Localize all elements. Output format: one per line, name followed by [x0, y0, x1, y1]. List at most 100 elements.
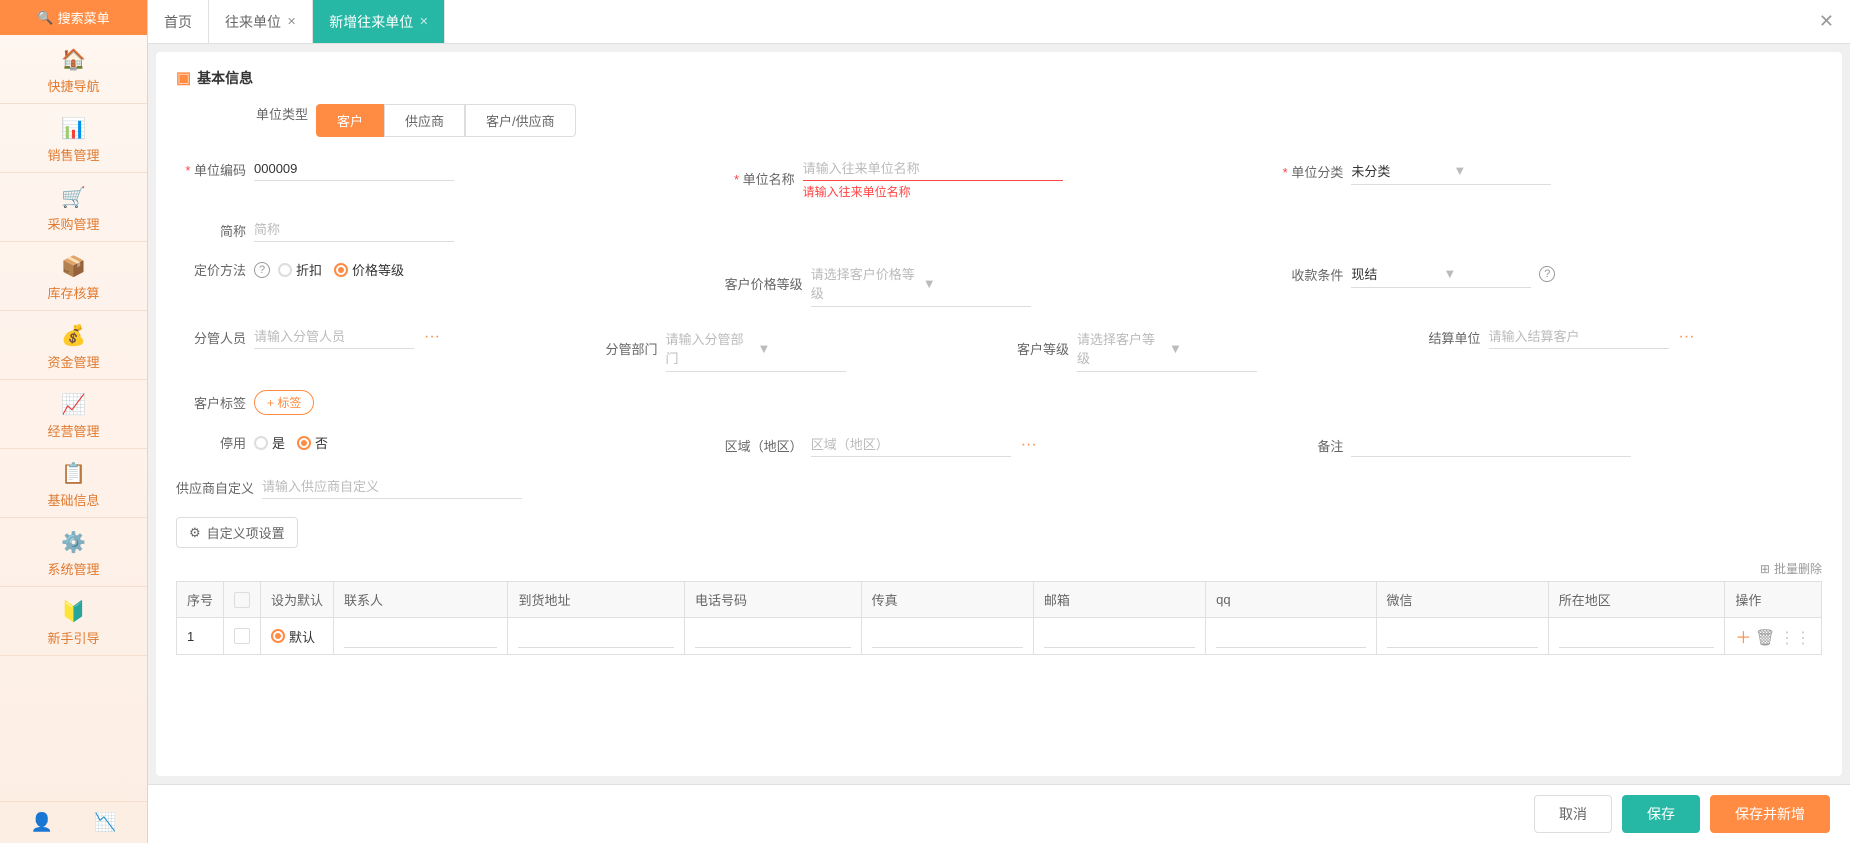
- chevron-down-icon2: ▼: [923, 276, 1031, 291]
- payment-select[interactable]: 现结 ▼: [1351, 260, 1531, 288]
- supplier-custom-input[interactable]: [262, 475, 522, 499]
- row-checkbox[interactable]: [234, 628, 250, 644]
- cell-address[interactable]: [508, 618, 685, 655]
- email-input[interactable]: [1044, 624, 1195, 648]
- pricing-level-radio[interactable]: [334, 263, 348, 277]
- abbr-input[interactable]: [254, 218, 454, 242]
- sidebar-item-quick-nav[interactable]: 🏠 快捷导航: [0, 35, 147, 104]
- tab-contacts-close[interactable]: ✕: [287, 15, 296, 28]
- tab-new-contact-close[interactable]: ✕: [419, 15, 428, 28]
- pricing-level-label: 价格等级: [352, 260, 404, 279]
- disabled-label: 停用: [176, 433, 246, 452]
- pricing-discount[interactable]: 折扣: [278, 260, 322, 279]
- sidebar-item-finance[interactable]: 💰 资金管理: [0, 311, 147, 380]
- dept-select[interactable]: 请输入分管部门 ▼: [666, 325, 846, 372]
- row-tags: 客户标签 + 标签: [176, 390, 1822, 415]
- col-fax: 传真: [861, 582, 1033, 618]
- unit-category-label: 单位分类: [1273, 162, 1343, 181]
- manager-more-btn[interactable]: ···: [422, 328, 442, 346]
- cell-wechat[interactable]: [1376, 618, 1548, 655]
- row-pricing: 定价方法 ? 折扣 价格等级 客户价格等级 请选择客户价格等级: [176, 260, 1822, 307]
- disabled-no[interactable]: 否: [297, 433, 328, 452]
- wechat-input[interactable]: [1387, 624, 1538, 648]
- sidebar-item-inventory[interactable]: 📦 库存核算: [0, 242, 147, 311]
- pricing-discount-radio[interactable]: [278, 263, 292, 277]
- settlement-more-btn[interactable]: ···: [1677, 328, 1697, 346]
- drag-handle[interactable]: ⋮⋮: [1779, 630, 1811, 647]
- qq-input[interactable]: [1216, 624, 1365, 648]
- row-delete-button[interactable]: 🗑: [1755, 630, 1775, 647]
- copy-icon: ⊞: [1760, 562, 1770, 576]
- user-icon[interactable]: 👤: [31, 812, 53, 833]
- default-radio[interactable]: [271, 629, 285, 643]
- fax-input[interactable]: [872, 624, 1023, 648]
- sidebar-item-purchase[interactable]: 🛒 采购管理: [0, 173, 147, 242]
- col-checkbox: [224, 582, 261, 618]
- cell-qq[interactable]: [1206, 618, 1376, 655]
- main-content: 首页 往来单位 ✕ 新增往来单位 ✕ ✕ ▣ 基本信息 单位类型 客户 供应商 …: [148, 0, 1850, 843]
- save-button[interactable]: 保存: [1622, 795, 1700, 833]
- tab-contacts[interactable]: 往来单位 ✕: [209, 0, 313, 43]
- pricing-level[interactable]: 价格等级: [334, 260, 404, 279]
- dept-placeholder: 请输入分管部门: [666, 329, 754, 367]
- home-icon: 🏠: [61, 47, 86, 72]
- disabled-yes-radio[interactable]: [254, 436, 268, 450]
- row-add-button[interactable]: ＋: [1735, 630, 1751, 647]
- notes-input[interactable]: [1351, 433, 1631, 457]
- save-new-button[interactable]: 保存并新增: [1710, 795, 1830, 833]
- dept-label: 分管部门: [588, 339, 658, 358]
- unit-name-input[interactable]: [803, 157, 1063, 181]
- tab-home[interactable]: 首页: [148, 0, 209, 43]
- unit-category-select[interactable]: 未分类 ▼: [1351, 157, 1551, 185]
- address-input[interactable]: [518, 624, 674, 648]
- unit-name-label: 单位名称: [725, 169, 795, 188]
- phone-input[interactable]: [695, 624, 851, 648]
- stats-icon[interactable]: 📉: [94, 812, 116, 833]
- operations-icon: 📈: [61, 392, 86, 417]
- disabled-no-radio[interactable]: [297, 436, 311, 450]
- custom-settings-button[interactable]: ⚙ 自定义项设置: [176, 517, 298, 548]
- unit-name-error: 请输入往来单位名称: [803, 183, 1274, 200]
- add-tag-button[interactable]: + 标签: [254, 390, 314, 415]
- manager-input[interactable]: [254, 325, 414, 349]
- cell-region[interactable]: [1548, 618, 1725, 655]
- cell-contact[interactable]: [334, 618, 508, 655]
- col-email: 邮箱: [1033, 582, 1205, 618]
- select-all-checkbox[interactable]: [234, 592, 250, 608]
- search-menu[interactable]: 🔍 搜索菜单: [0, 0, 147, 35]
- cell-email[interactable]: [1033, 618, 1205, 655]
- disabled-radio-group: 是 否: [254, 433, 328, 452]
- sidebar-item-guide[interactable]: 🔰 新手引导: [0, 587, 147, 656]
- batch-delete-label[interactable]: 批量删除: [1774, 560, 1822, 577]
- cancel-button[interactable]: 取消: [1534, 795, 1612, 833]
- manager-label: 分管人员: [176, 328, 246, 347]
- pricing-help-icon[interactable]: ?: [254, 262, 270, 278]
- contact-input[interactable]: [344, 624, 497, 648]
- payment-help-icon[interactable]: ?: [1539, 266, 1555, 282]
- tab-home-label: 首页: [164, 12, 192, 32]
- customer-price-placeholder: 请选择客户价格等级: [811, 264, 919, 302]
- tab-new-contact[interactable]: 新增往来单位 ✕: [313, 0, 445, 43]
- sidebar-item-sales[interactable]: 📊 销售管理: [0, 104, 147, 173]
- sidebar-item-system[interactable]: ⚙️ 系统管理: [0, 518, 147, 587]
- sidebar-item-basics[interactable]: 📋 基础信息: [0, 449, 147, 518]
- unit-type-supplier[interactable]: 供应商: [384, 104, 465, 137]
- sidebar-item-label: 库存核算: [47, 283, 99, 302]
- area-input[interactable]: [811, 433, 1011, 457]
- window-close-button[interactable]: ✕: [1803, 11, 1850, 32]
- disabled-yes[interactable]: 是: [254, 433, 285, 452]
- customer-price-select[interactable]: 请选择客户价格等级 ▼: [811, 260, 1031, 307]
- settlement-input[interactable]: [1489, 325, 1669, 349]
- customer-level-select[interactable]: 请选择客户等级 ▼: [1077, 325, 1257, 372]
- region-input[interactable]: [1559, 624, 1715, 648]
- pricing-label: 定价方法: [176, 260, 246, 279]
- unit-type-customer[interactable]: 客户: [316, 104, 384, 137]
- cell-fax[interactable]: [861, 618, 1033, 655]
- col-region: 所在地区: [1548, 582, 1725, 618]
- cell-phone[interactable]: [685, 618, 862, 655]
- sidebar-item-operations[interactable]: 📈 经营管理: [0, 380, 147, 449]
- area-more-btn[interactable]: ···: [1019, 436, 1039, 454]
- unit-type-both[interactable]: 客户/供应商: [465, 104, 576, 137]
- unit-code-input[interactable]: [254, 157, 454, 181]
- tab-new-contact-label: 新增往来单位: [329, 12, 413, 32]
